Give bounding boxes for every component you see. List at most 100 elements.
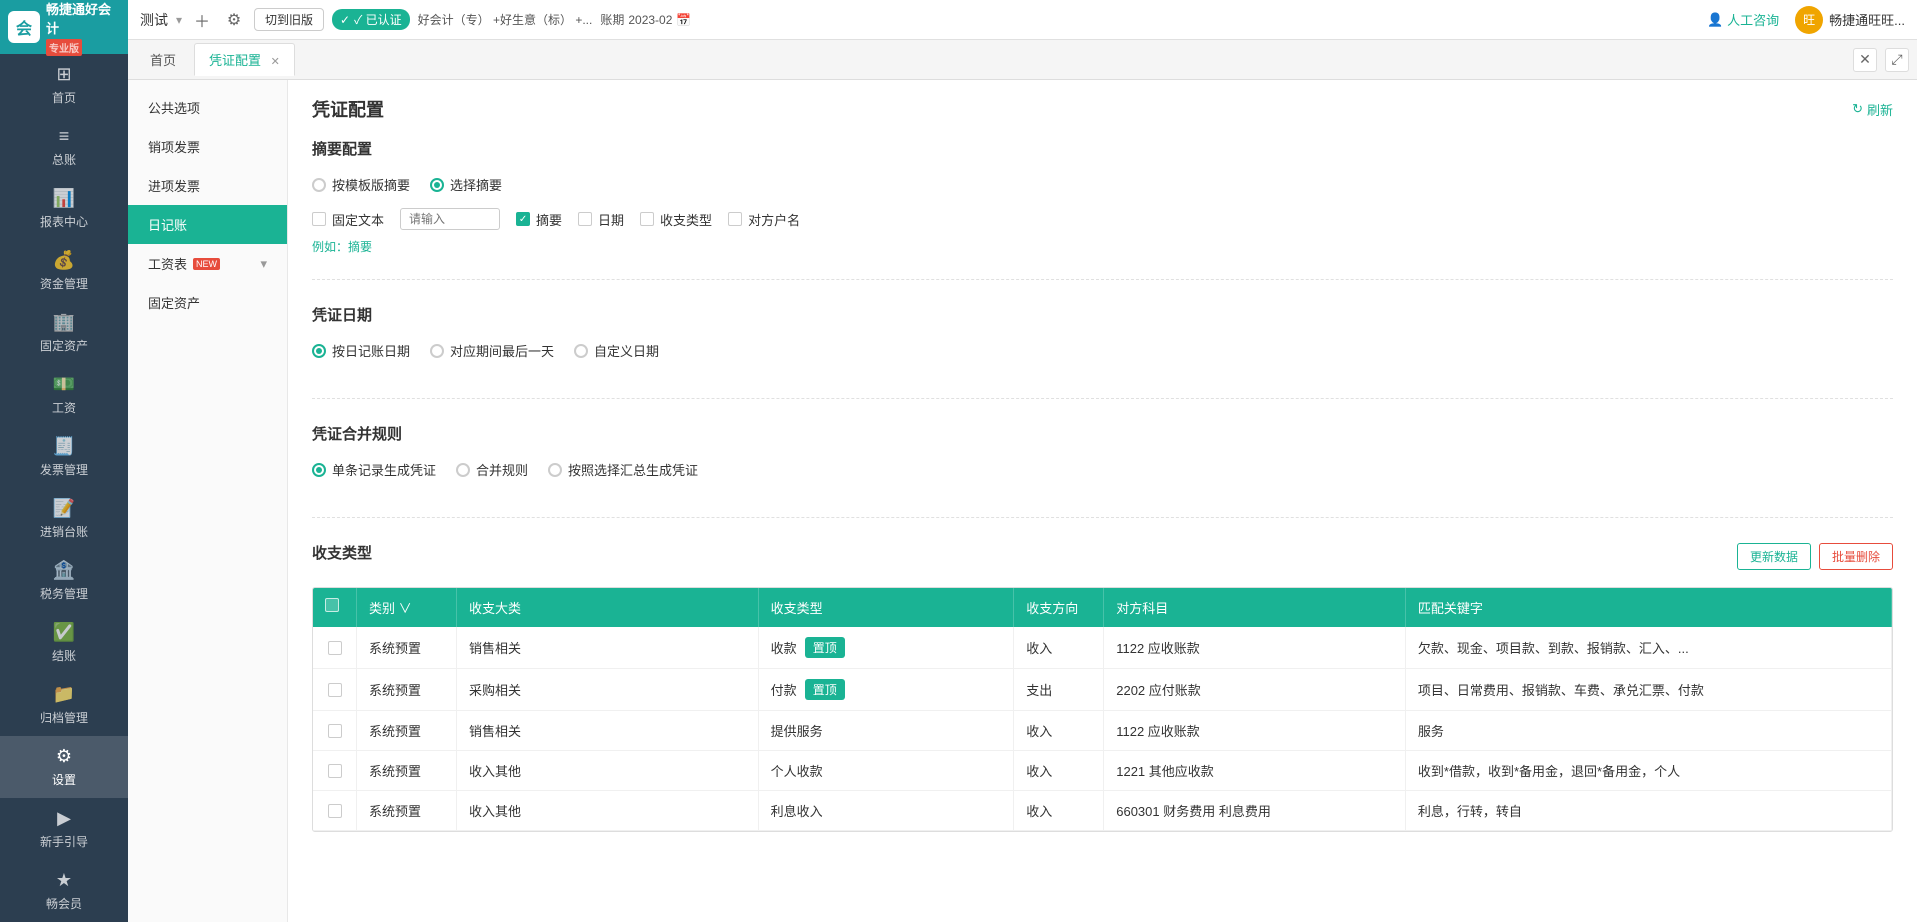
sidebar-item-guide[interactable]: ▶ 新手引导 bbox=[0, 798, 128, 860]
row1-account: 1122 应收账款 bbox=[1104, 627, 1406, 668]
payroll-expand-icon: ▾ bbox=[260, 256, 267, 272]
income-type-checkbox[interactable] bbox=[640, 212, 654, 226]
row5-major: 收入其他 bbox=[457, 791, 759, 830]
checkbox-summary[interactable]: ✓ 摘要 bbox=[516, 210, 562, 229]
checkbox-income-type[interactable]: 收支类型 bbox=[640, 210, 712, 229]
income-table: 类别 ∨ 收支大类 收支类型 收支方向 对方科目 匹配关键字 系统预置 销售相关… bbox=[312, 587, 1893, 832]
left-nav-payroll[interactable]: 工资表 NEW ▾ bbox=[128, 244, 287, 283]
merge-option-summary[interactable]: 按照选择汇总生成凭证 bbox=[548, 460, 698, 479]
merge-single-radio[interactable] bbox=[312, 463, 326, 477]
tab-close-button[interactable]: ✕ bbox=[271, 56, 280, 68]
summary-option-select[interactable]: 选择摘要 bbox=[430, 175, 502, 194]
th-checkbox[interactable] bbox=[313, 588, 357, 627]
left-nav-purchase-invoice[interactable]: 进项发票 bbox=[128, 166, 287, 205]
content-area: 公共选项 销项发票 进项发票 日记账 工资表 NEW ▾ 固定资产 凭证 bbox=[128, 80, 1917, 922]
tab-home[interactable]: 首页 bbox=[136, 44, 190, 75]
sidebar-item-purchase[interactable]: 📝 进销台账 bbox=[0, 488, 128, 550]
merge-rules-radio[interactable] bbox=[456, 463, 470, 477]
new-badge: NEW bbox=[193, 258, 220, 270]
left-nav-fixed-assets[interactable]: 固定资产 bbox=[128, 283, 287, 322]
row4-type: 个人收款 bbox=[759, 751, 1015, 790]
summary-checkbox[interactable]: ✓ bbox=[516, 212, 530, 226]
th-type: 收支类型 bbox=[759, 588, 1015, 627]
summary-option-template-radio[interactable] bbox=[312, 178, 326, 192]
checkbox-fixed-text[interactable]: 固定文本 bbox=[312, 210, 384, 229]
date-period-last-radio[interactable] bbox=[430, 344, 444, 358]
th-category[interactable]: 类别 ∨ bbox=[357, 588, 457, 627]
main-area: 测试 ▾ ＋ ⚙ 切到旧版 ✓ ✓ 已认证 好会计（专） +好生意（标） +..… bbox=[128, 0, 1917, 922]
old-version-button[interactable]: 切到旧版 bbox=[254, 8, 324, 31]
sidebar-item-salary[interactable]: 💵 工资 bbox=[0, 364, 128, 426]
left-nav-sales-invoice[interactable]: 销项发票 bbox=[128, 127, 287, 166]
add-button[interactable]: ＋ bbox=[190, 8, 214, 32]
merge-option-single[interactable]: 单条记录生成凭证 bbox=[312, 460, 436, 479]
close-tab-button[interactable]: ✕ bbox=[1853, 48, 1877, 72]
sidebar-item-home[interactable]: ⊞ 首页 bbox=[0, 54, 128, 116]
calendar-icon[interactable]: 📅 bbox=[676, 13, 691, 27]
row5-checkbox[interactable] bbox=[313, 791, 357, 830]
sidebar-item-report-label: 报表中心 bbox=[40, 213, 88, 230]
left-nav-public[interactable]: 公共选项 bbox=[128, 88, 287, 127]
app-subtitle: 专业版 bbox=[46, 39, 82, 56]
row1-top-tag[interactable]: 置顶 bbox=[805, 637, 845, 658]
workspace-arrow[interactable]: ▾ bbox=[176, 13, 182, 27]
summary-section: 摘要配置 按模板版摘要 选择摘要 固定文本 bbox=[312, 138, 1893, 280]
sidebar-item-member[interactable]: ★ 畅会员 bbox=[0, 860, 128, 922]
date-option-journal[interactable]: 按日记账日期 bbox=[312, 341, 410, 360]
sidebar-item-invoice[interactable]: 🧾 发票管理 bbox=[0, 426, 128, 488]
service-button[interactable]: 👤 人工咨询 bbox=[1707, 10, 1779, 29]
sidebar-item-member-label: 畅会员 bbox=[46, 895, 82, 912]
user-menu[interactable]: 旺 畅捷通旺旺... bbox=[1795, 6, 1905, 34]
tab-voucher-config[interactable]: 凭证配置 ✕ bbox=[194, 43, 295, 76]
sidebar-item-close[interactable]: ✅ 结账 bbox=[0, 612, 128, 674]
sidebar-item-guide-label: 新手引导 bbox=[40, 833, 88, 850]
row1-checkbox[interactable] bbox=[313, 627, 357, 668]
certified-badge: ✓ ✓ 已认证 bbox=[332, 9, 410, 30]
batch-delete-button[interactable]: 批量删除 bbox=[1819, 543, 1893, 570]
sidebar-item-home-label: 首页 bbox=[52, 89, 76, 106]
date-checkbox[interactable] bbox=[578, 212, 592, 226]
row4-checkbox[interactable] bbox=[313, 751, 357, 790]
counterparty-checkbox[interactable] bbox=[728, 212, 742, 226]
checkbox-date[interactable]: 日期 bbox=[578, 210, 624, 229]
sidebar-item-funds[interactable]: 💰 资金管理 bbox=[0, 240, 128, 302]
sidebar-item-tax[interactable]: 🏦 税务管理 bbox=[0, 550, 128, 612]
merge-section: 凭证合并规则 单条记录生成凭证 合并规则 按照选择汇总生成凭证 bbox=[312, 423, 1893, 518]
sidebar-item-ledger[interactable]: ≡ 总账 bbox=[0, 116, 128, 178]
settings-button[interactable]: ⚙ bbox=[222, 8, 246, 32]
tax-icon: 🏦 bbox=[53, 560, 75, 581]
period-label: 账期 bbox=[600, 11, 624, 28]
checkbox-counterparty[interactable]: 对方户名 bbox=[728, 210, 800, 229]
summary-option-select-radio[interactable] bbox=[430, 178, 444, 192]
fixed-text-input[interactable] bbox=[400, 208, 500, 230]
left-nav-journal[interactable]: 日记账 bbox=[128, 205, 287, 244]
sidebar-item-report[interactable]: 📊 报表中心 bbox=[0, 178, 128, 240]
expand-tab-button[interactable]: ⤢ bbox=[1885, 48, 1909, 72]
row5-direction: 收入 bbox=[1014, 791, 1104, 830]
fixed-text-checkbox[interactable] bbox=[312, 212, 326, 226]
date-option-period-last[interactable]: 对应期间最后一天 bbox=[430, 341, 554, 360]
date-option-custom[interactable]: 自定义日期 bbox=[574, 341, 659, 360]
select-all-checkbox[interactable] bbox=[325, 598, 339, 612]
row2-top-tag[interactable]: 置顶 bbox=[805, 679, 845, 700]
row4-major: 收入其他 bbox=[457, 751, 759, 790]
merge-option-rules[interactable]: 合并规则 bbox=[456, 460, 528, 479]
guide-icon: ▶ bbox=[57, 808, 71, 829]
update-data-button[interactable]: 更新数据 bbox=[1737, 543, 1811, 570]
refresh-button[interactable]: ↻ 刷新 bbox=[1852, 100, 1893, 119]
example-text: 例如：摘要 bbox=[312, 238, 1893, 255]
row2-major: 采购相关 bbox=[457, 669, 759, 710]
row2-type: 付款 置顶 bbox=[759, 669, 1015, 710]
sidebar-item-settings[interactable]: ⚙ 设置 bbox=[0, 736, 128, 798]
date-journal-radio[interactable] bbox=[312, 344, 326, 358]
member-icon: ★ bbox=[56, 870, 72, 891]
date-custom-radio[interactable] bbox=[574, 344, 588, 358]
summary-option-template[interactable]: 按模板版摘要 bbox=[312, 175, 410, 194]
left-nav-sales-invoice-label: 销项发票 bbox=[148, 137, 200, 156]
merge-summary-radio[interactable] bbox=[548, 463, 562, 477]
sidebar-item-archive[interactable]: 📁 归档管理 bbox=[0, 674, 128, 736]
row3-checkbox[interactable] bbox=[313, 711, 357, 750]
certified-label: ✓ 已认证 bbox=[354, 11, 402, 28]
sidebar-item-assets[interactable]: 🏢 固定资产 bbox=[0, 302, 128, 364]
row2-checkbox[interactable] bbox=[313, 669, 357, 710]
